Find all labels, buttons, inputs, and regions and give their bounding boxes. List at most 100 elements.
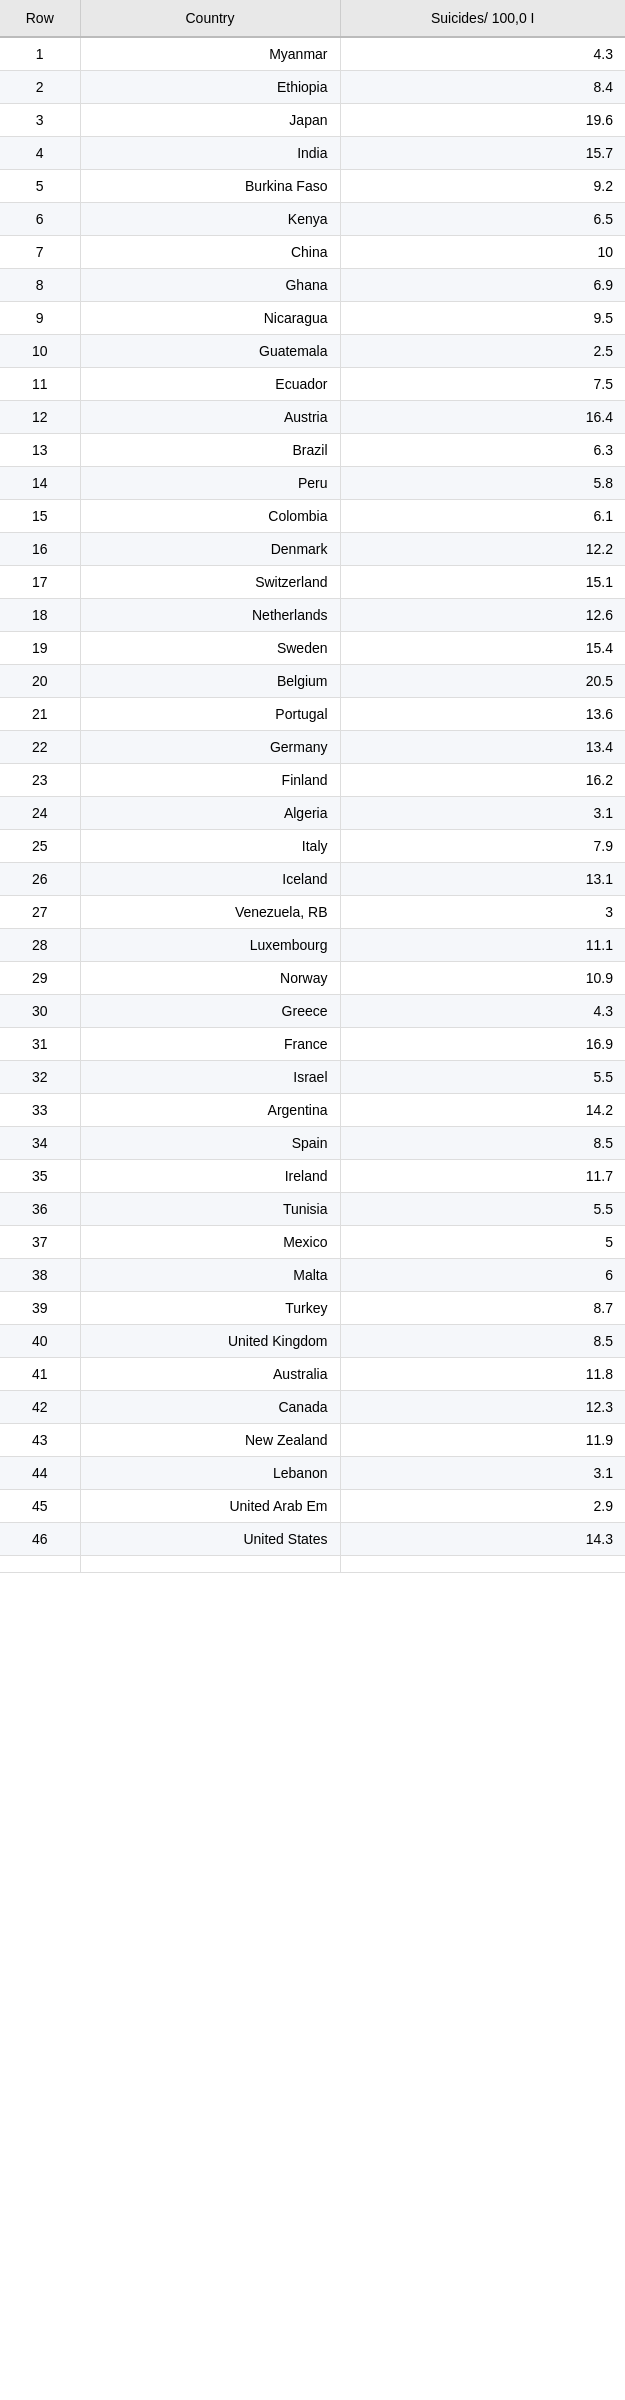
cell-suicide-rate: 11.1	[340, 929, 625, 962]
cell-suicide-rate: 13.1	[340, 863, 625, 896]
cell-suicide-rate: 13.4	[340, 731, 625, 764]
cell-row-number: 32	[0, 1061, 80, 1094]
cell-country: China	[80, 236, 340, 269]
cell-country: Mexico	[80, 1226, 340, 1259]
cell-suicide-rate: 11.8	[340, 1358, 625, 1391]
table-row: 42Canada12.3	[0, 1391, 625, 1424]
cell-row-number: 42	[0, 1391, 80, 1424]
cell-row-number: 6	[0, 203, 80, 236]
cell-suicide-rate: 6	[340, 1259, 625, 1292]
cell-suicide-rate: 15.7	[340, 137, 625, 170]
cell-country: Malta	[80, 1259, 340, 1292]
table-row: 2Ethiopia8.4	[0, 71, 625, 104]
cell-country: Nicaragua	[80, 302, 340, 335]
cell-row-number: 37	[0, 1226, 80, 1259]
cell-country: United Arab Em	[80, 1490, 340, 1523]
cell-country: Ghana	[80, 269, 340, 302]
cell-suicide-rate: 6.3	[340, 434, 625, 467]
table-row: 6Kenya6.5	[0, 203, 625, 236]
cell-row-number: 1	[0, 37, 80, 71]
table-row: 33Argentina14.2	[0, 1094, 625, 1127]
cell-row-number: 16	[0, 533, 80, 566]
cell-row-number: 12	[0, 401, 80, 434]
cell-row-number: 33	[0, 1094, 80, 1127]
cell-suicide-rate: 2.9	[340, 1490, 625, 1523]
cell-country: Portugal	[80, 698, 340, 731]
cell-row-number: 35	[0, 1160, 80, 1193]
cell-country: Peru	[80, 467, 340, 500]
cell-suicide-rate: 16.4	[340, 401, 625, 434]
cell-row-number: 10	[0, 335, 80, 368]
table-row: 14Peru5.8	[0, 467, 625, 500]
cell-row-number: 20	[0, 665, 80, 698]
table-row: 7China10	[0, 236, 625, 269]
table-row: 45United Arab Em2.9	[0, 1490, 625, 1523]
cell-country: Ecuador	[80, 368, 340, 401]
table-row: 16Denmark12.2	[0, 533, 625, 566]
cell-row-number: 44	[0, 1457, 80, 1490]
table-row: 41Australia11.8	[0, 1358, 625, 1391]
cell-suicide-rate: 12.6	[340, 599, 625, 632]
cell-country	[80, 1556, 340, 1573]
cell-row-number: 27	[0, 896, 80, 929]
table-row: 38Malta6	[0, 1259, 625, 1292]
header-country: Country	[80, 0, 340, 37]
table-row: 21Portugal13.6	[0, 698, 625, 731]
cell-suicide-rate: 3	[340, 896, 625, 929]
table-row: 4India15.7	[0, 137, 625, 170]
cell-row-number: 34	[0, 1127, 80, 1160]
cell-suicide-rate: 10.9	[340, 962, 625, 995]
cell-country: Myanmar	[80, 37, 340, 71]
table-row: 5Burkina Faso9.2	[0, 170, 625, 203]
table-row: 25Italy7.9	[0, 830, 625, 863]
cell-suicide-rate: 6.9	[340, 269, 625, 302]
cell-suicide-rate: 3.1	[340, 797, 625, 830]
cell-country: Colombia	[80, 500, 340, 533]
cell-row-number: 7	[0, 236, 80, 269]
cell-country: Guatemala	[80, 335, 340, 368]
cell-country: Kenya	[80, 203, 340, 236]
cell-country: New Zealand	[80, 1424, 340, 1457]
cell-suicide-rate: 16.9	[340, 1028, 625, 1061]
cell-country: India	[80, 137, 340, 170]
table-row: 11Ecuador7.5	[0, 368, 625, 401]
cell-country: Argentina	[80, 1094, 340, 1127]
cell-country: Finland	[80, 764, 340, 797]
cell-suicide-rate: 8.7	[340, 1292, 625, 1325]
cell-suicide-rate: 8.5	[340, 1325, 625, 1358]
cell-country: Italy	[80, 830, 340, 863]
cell-country: Australia	[80, 1358, 340, 1391]
cell-suicide-rate: 10	[340, 236, 625, 269]
cell-row-number: 8	[0, 269, 80, 302]
cell-suicide-rate: 13.6	[340, 698, 625, 731]
cell-suicide-rate: 2.5	[340, 335, 625, 368]
table-row: 34Spain8.5	[0, 1127, 625, 1160]
cell-row-number: 40	[0, 1325, 80, 1358]
table-row: 39Turkey8.7	[0, 1292, 625, 1325]
cell-suicide-rate: 9.2	[340, 170, 625, 203]
cell-row-number: 22	[0, 731, 80, 764]
cell-suicide-rate: 7.9	[340, 830, 625, 863]
cell-row-number: 43	[0, 1424, 80, 1457]
cell-country: Brazil	[80, 434, 340, 467]
table-row: 8Ghana6.9	[0, 269, 625, 302]
table-row: 9Nicaragua9.5	[0, 302, 625, 335]
cell-row-number: 45	[0, 1490, 80, 1523]
cell-country: United States	[80, 1523, 340, 1556]
cell-country: Sweden	[80, 632, 340, 665]
cell-row-number: 46	[0, 1523, 80, 1556]
table-row: 43New Zealand11.9	[0, 1424, 625, 1457]
table-row: 3Japan19.6	[0, 104, 625, 137]
cell-row-number: 38	[0, 1259, 80, 1292]
cell-suicide-rate: 4.3	[340, 995, 625, 1028]
table-row: 15Colombia6.1	[0, 500, 625, 533]
table-row: 30Greece4.3	[0, 995, 625, 1028]
cell-country: Ireland	[80, 1160, 340, 1193]
cell-suicide-rate: 8.4	[340, 71, 625, 104]
cell-country: Belgium	[80, 665, 340, 698]
cell-suicide-rate: 5.8	[340, 467, 625, 500]
table-row: 12Austria16.4	[0, 401, 625, 434]
cell-country: Israel	[80, 1061, 340, 1094]
cell-suicide-rate: 5.5	[340, 1061, 625, 1094]
cell-row-number: 9	[0, 302, 80, 335]
